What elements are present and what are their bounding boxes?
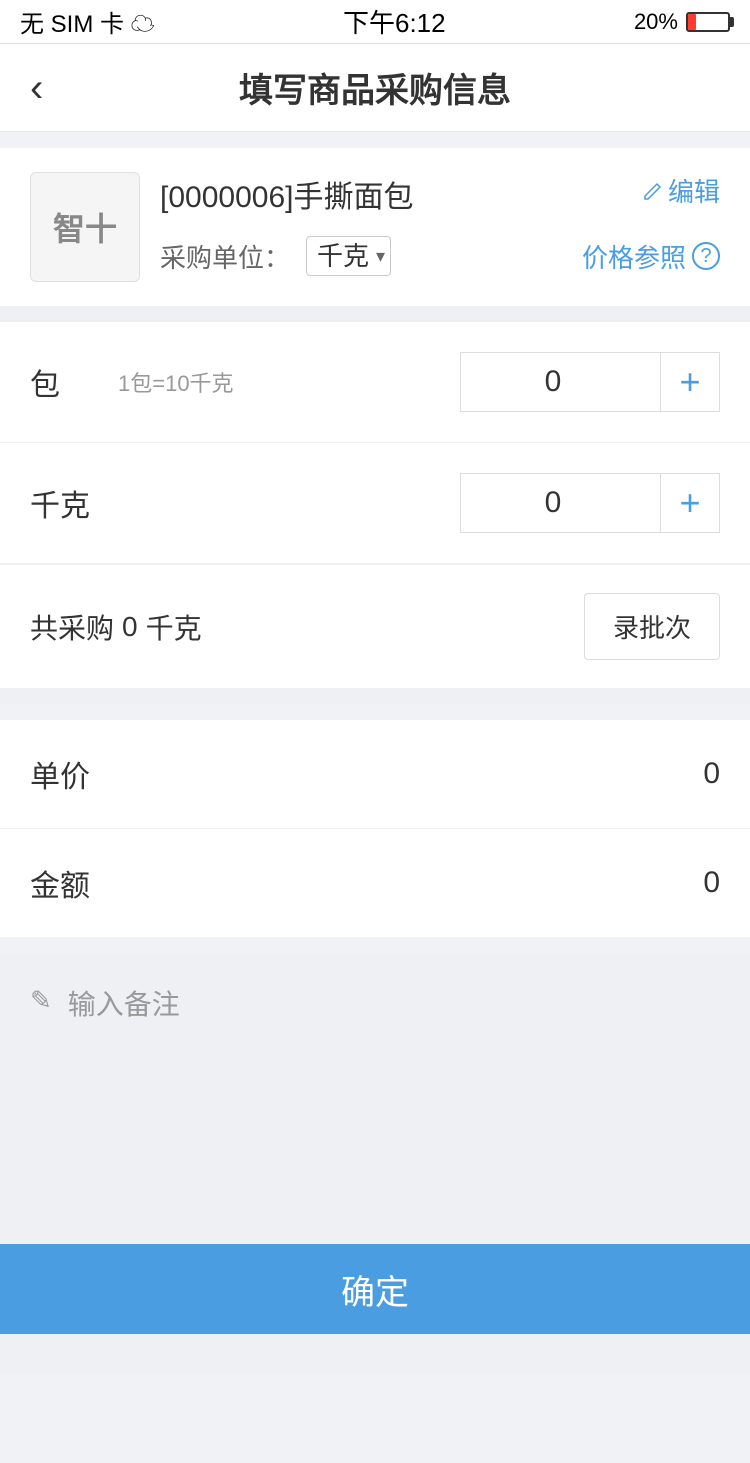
amount-row: 金额 0 bbox=[0, 829, 750, 937]
page-title: 填写商品采购信息 bbox=[239, 63, 511, 112]
nav-bar: ‹ 填写商品采购信息 bbox=[0, 44, 750, 132]
battery-icon bbox=[686, 12, 730, 32]
product-image-text: 智十 bbox=[53, 204, 117, 250]
unit-price-value: 0 bbox=[703, 757, 720, 791]
notes-section[interactable]: ✎ 输入备注 bbox=[0, 953, 750, 1073]
amount-label: 金额 bbox=[30, 861, 90, 905]
amount-value: 0 bbox=[703, 866, 720, 900]
battery-fill bbox=[688, 14, 696, 30]
unit-row: 采购单位： 千克 价格参照 ? bbox=[160, 236, 720, 276]
status-bar: 无 SIM 卡 ☁ 下午6:12 20% bbox=[0, 0, 750, 44]
status-right: 20% bbox=[634, 9, 730, 35]
price-ref-label: 价格参照 bbox=[582, 238, 686, 275]
unit-label: 采购单位： bbox=[160, 238, 290, 275]
product-info: [0000006]手撕面包 编辑 采购单位： 千克 价格参照 ? bbox=[160, 172, 720, 276]
unit-select-wrap[interactable]: 千克 bbox=[306, 236, 391, 276]
edit-button[interactable]: 编辑 bbox=[642, 172, 720, 209]
qty-input-wrap-bao: + bbox=[460, 352, 720, 412]
price-info-section: 单价 0 金额 0 bbox=[0, 720, 750, 937]
qty-input-bao[interactable] bbox=[460, 352, 660, 412]
unit-price-row: 单价 0 bbox=[0, 720, 750, 829]
qty-label-kg: 千克 bbox=[30, 481, 110, 525]
total-row: 共采购 0 千克 录批次 bbox=[0, 564, 750, 688]
quantity-row-kg: 千克 + bbox=[0, 443, 750, 564]
section-divider-2 bbox=[0, 688, 750, 704]
unit-price-label: 单价 bbox=[30, 752, 90, 796]
qty-label-bao: 包 bbox=[30, 360, 110, 404]
status-left: 无 SIM 卡 ☁ bbox=[20, 4, 155, 39]
product-name: [0000006]手撕面包 bbox=[160, 172, 642, 216]
edit-icon bbox=[642, 180, 664, 202]
battery-percent: 20% bbox=[634, 9, 678, 35]
total-prefix-label: 共采购 bbox=[30, 607, 114, 647]
total-value: 0 bbox=[122, 611, 138, 643]
section-divider-1 bbox=[0, 306, 750, 322]
unit-select[interactable]: 千克 bbox=[306, 236, 391, 276]
status-time: 下午6:12 bbox=[343, 3, 446, 40]
back-button[interactable]: ‹ bbox=[30, 68, 43, 108]
product-header: [0000006]手撕面包 编辑 bbox=[160, 172, 720, 216]
product-card: 智十 [0000006]手撕面包 编辑 采购单位： 千克 bbox=[0, 148, 750, 306]
qty-sublabel-bao: 1包=10千克 bbox=[118, 366, 234, 398]
record-batch-button[interactable]: 录批次 bbox=[584, 593, 720, 660]
qty-input-wrap-kg: + bbox=[460, 473, 720, 533]
notes-placeholder: 输入备注 bbox=[68, 983, 180, 1023]
price-ref-icon: ? bbox=[692, 242, 720, 270]
qty-input-kg[interactable] bbox=[460, 473, 660, 533]
notes-icon: ✎ bbox=[30, 985, 52, 1016]
price-ref-button[interactable]: 价格参照 ? bbox=[582, 238, 720, 275]
sim-status: 无 SIM 卡 ☁ bbox=[20, 4, 155, 39]
quantity-section: 包 1包=10千克 + 千克 + 共采购 0 千克 录批次 bbox=[0, 322, 750, 688]
qty-plus-bao[interactable]: + bbox=[660, 352, 720, 412]
total-unit-label: 千克 bbox=[146, 607, 202, 647]
qty-plus-kg[interactable]: + bbox=[660, 473, 720, 533]
product-image: 智十 bbox=[30, 172, 140, 282]
confirm-bar[interactable]: 确定 bbox=[0, 1244, 750, 1334]
quantity-row-bao: 包 1包=10千克 + bbox=[0, 322, 750, 443]
confirm-button-label: 确定 bbox=[341, 1265, 409, 1314]
